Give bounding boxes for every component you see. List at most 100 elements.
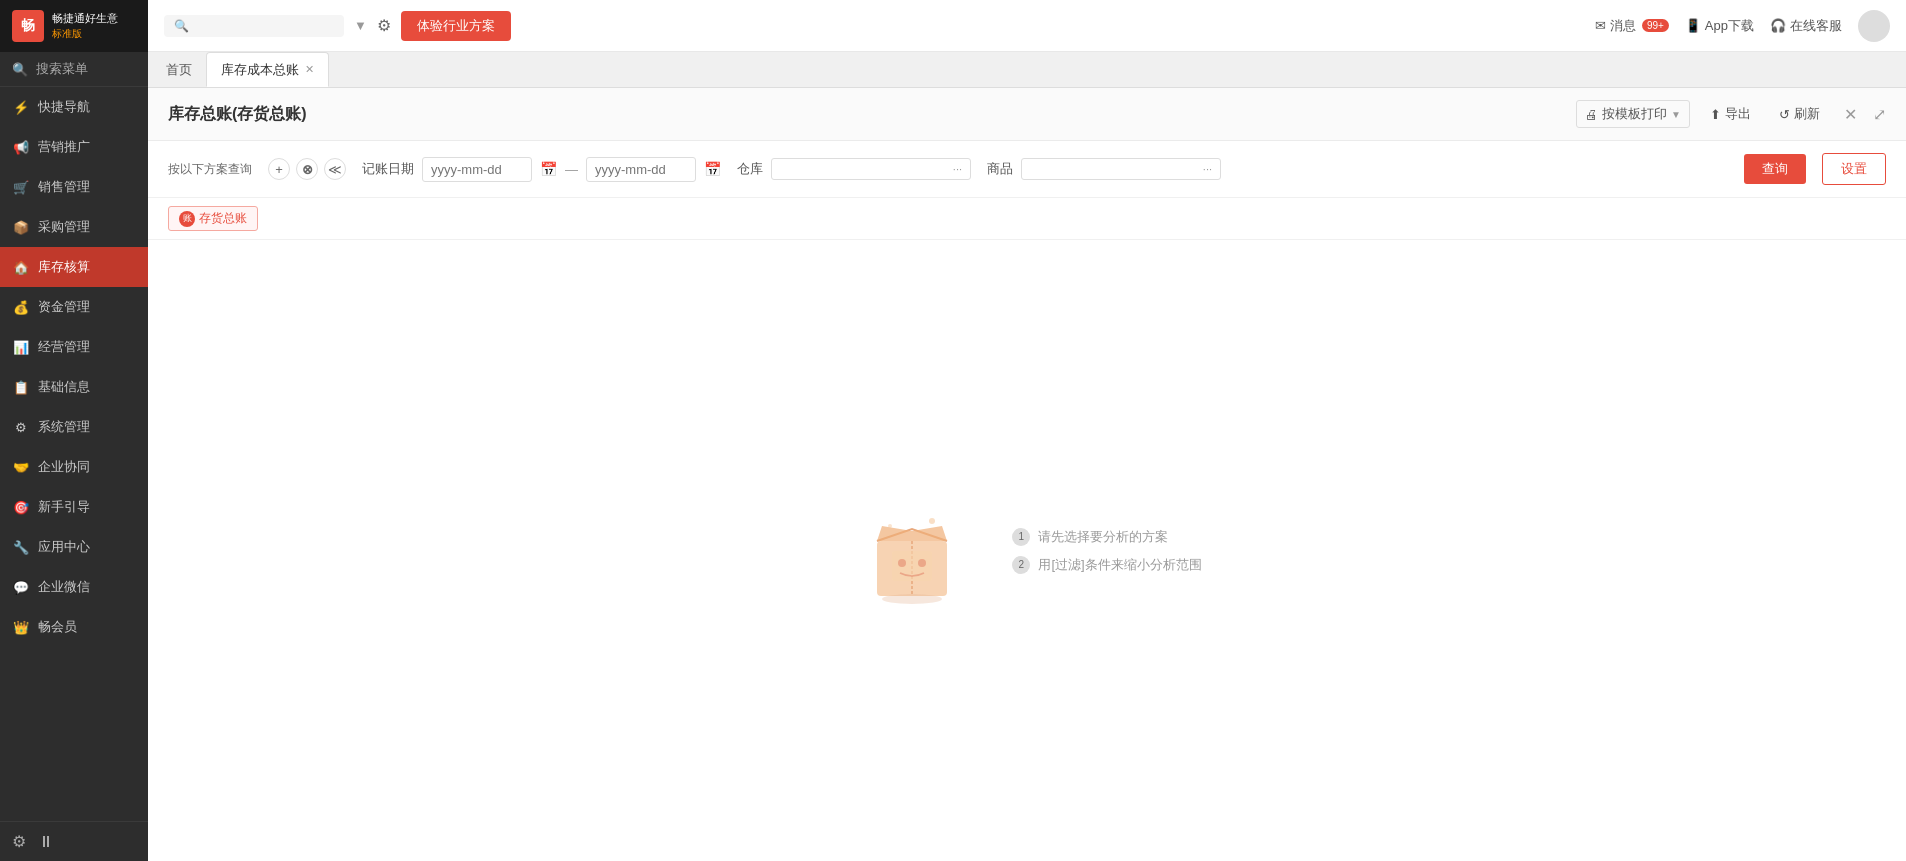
topbar-chevron-icon[interactable]: ▼ (354, 18, 367, 33)
system-icon: ⚙ (12, 418, 30, 436)
sidebar-item-label: 库存核算 (38, 258, 90, 276)
page-title: 库存总账(存货总账) (168, 104, 1576, 125)
tab-close-icon[interactable]: ✕ (305, 63, 314, 76)
sidebar-menu: ⚡ 快捷导航 📢 营销推广 🛒 销售管理 📦 采购管理 🏠 库存核算 💰 资金管… (0, 87, 148, 821)
svg-point-2 (929, 518, 935, 524)
sidebar-item-sales[interactable]: 🛒 销售管理 (0, 167, 148, 207)
sidebar-item-label: 经营管理 (38, 338, 90, 356)
close-panel-btn[interactable]: ✕ (1840, 101, 1861, 128)
logo-text-block: 畅捷通好生意 标准版 (52, 11, 118, 40)
sidebar-item-label: 基础信息 (38, 378, 90, 396)
goods-label: 商品 (987, 160, 1013, 178)
sidebar-item-basic[interactable]: 📋 基础信息 (0, 367, 148, 407)
sidebar-item-label: 应用中心 (38, 538, 90, 556)
newbie-icon: 🎯 (12, 498, 30, 516)
schema-circle-icon: 账 (179, 211, 195, 227)
export-btn[interactable]: ⬆ 导出 (1702, 101, 1759, 127)
trial-btn[interactable]: 体验行业方案 (401, 11, 511, 41)
filter-add-btn[interactable]: + (268, 158, 290, 180)
tab-home[interactable]: 首页 (152, 52, 206, 87)
collapse-footer-icon[interactable]: ⏸ (38, 833, 54, 851)
logo-sub: 标准版 (52, 27, 118, 41)
empty-hint-1-text: 请先选择要分析的方案 (1038, 528, 1168, 546)
filter-settings-btn[interactable]: 设置 (1822, 153, 1886, 185)
empty-illustration-svg (852, 491, 972, 611)
sidebar-item-newbie[interactable]: 🎯 新手引导 (0, 487, 148, 527)
operation-icon: 📊 (12, 338, 30, 356)
step1-circle: 1 (1012, 528, 1030, 546)
messages-label: 消息 (1610, 17, 1636, 35)
svg-point-7 (882, 594, 942, 604)
sidebar-item-quick-nav[interactable]: ⚡ 快捷导航 (0, 87, 148, 127)
svg-point-6 (918, 559, 926, 567)
sidebar-item-enterprise[interactable]: 🤝 企业协同 (0, 447, 148, 487)
messages-btn[interactable]: ✉ 消息 99+ (1595, 17, 1669, 35)
filter-area: 按以下方案查询 + ⊗ ≪ 记账日期 📅 — 📅 仓库 (148, 141, 1906, 198)
online-support-btn[interactable]: 🎧 在线客服 (1770, 17, 1842, 35)
svg-point-3 (888, 524, 892, 528)
filter-del-btn[interactable]: ⊗ (296, 158, 318, 180)
topbar-search-area[interactable]: 🔍 (164, 15, 344, 37)
refresh-btn-label: 刷新 (1794, 105, 1820, 123)
step2-circle: 2 (1012, 556, 1030, 574)
print-btn[interactable]: 🖨 按模板打印 ▼ (1576, 100, 1690, 128)
app-center-icon: 🔧 (12, 538, 30, 556)
phone-icon: 📱 (1685, 18, 1701, 33)
topbar-settings-icon[interactable]: ⚙ (377, 16, 391, 35)
quick-nav-icon: ⚡ (12, 98, 30, 116)
sidebar-item-inventory[interactable]: 🏠 库存核算 (0, 247, 148, 287)
inventory-icon: 🏠 (12, 258, 30, 276)
sidebar-item-marketing[interactable]: 📢 营销推广 (0, 127, 148, 167)
sidebar-item-label: 畅会员 (38, 618, 77, 636)
sidebar-item-label: 企业协同 (38, 458, 90, 476)
sidebar-item-member[interactable]: 👑 畅会员 (0, 607, 148, 647)
sidebar-item-label: 营销推广 (38, 138, 90, 156)
date-start-input[interactable] (422, 157, 532, 182)
expand-icon[interactable]: ⤢ (1873, 105, 1886, 124)
tab-inventory-ledger[interactable]: 库存成本总账 ✕ (206, 52, 329, 87)
filter-warehouse-item: 仓库 ··· (737, 158, 971, 180)
filter-collapse-btn[interactable]: ≪ (324, 158, 346, 180)
sidebar-item-finance[interactable]: 💰 资金管理 (0, 287, 148, 327)
print-chevron-icon: ▼ (1671, 109, 1681, 120)
enterprise-icon: 🤝 (12, 458, 30, 476)
sales-icon: 🛒 (12, 178, 30, 196)
purchase-icon: 📦 (12, 218, 30, 236)
topbar-search-icon: 🔍 (174, 19, 189, 33)
user-avatar[interactable] (1858, 10, 1890, 42)
basic-icon: 📋 (12, 378, 30, 396)
query-btn[interactable]: 查询 (1744, 154, 1806, 184)
sidebar-search[interactable]: 🔍 搜索菜单 (0, 52, 148, 87)
empty-hint-1: 1 请先选择要分析的方案 (1012, 528, 1201, 546)
sidebar-item-label: 销售管理 (38, 178, 90, 196)
sidebar-search-label: 搜索菜单 (36, 60, 88, 78)
filter-label: 按以下方案查询 (168, 161, 252, 178)
main-area: 🔍 ▼ ⚙ 体验行业方案 ✉ 消息 99+ 📱 App下载 🎧 在线客服 (148, 0, 1906, 861)
goods-select[interactable]: ··· (1021, 158, 1221, 180)
refresh-btn[interactable]: ↺ 刷新 (1771, 101, 1828, 127)
date-separator: — (565, 162, 578, 177)
date-field-label: 记账日期 (362, 160, 414, 178)
schema-section: 账 存货总账 (148, 198, 1906, 240)
sidebar-item-purchase[interactable]: 📦 采购管理 (0, 207, 148, 247)
sidebar-item-system[interactable]: ⚙ 系统管理 (0, 407, 148, 447)
date-end-input[interactable] (586, 157, 696, 182)
calendar-start-icon[interactable]: 📅 (540, 161, 557, 177)
page-container: 库存总账(存货总账) 🖨 按模板打印 ▼ ⬆ 导出 ↺ 刷新 ✕ ⤢ (148, 88, 1906, 861)
app-download-btn[interactable]: 📱 App下载 (1685, 17, 1754, 35)
sidebar-item-label: 采购管理 (38, 218, 90, 236)
sidebar-item-app-center[interactable]: 🔧 应用中心 (0, 527, 148, 567)
warehouse-select[interactable]: ··· (771, 158, 971, 180)
message-icon: ✉ (1595, 18, 1606, 33)
empty-state: 1 请先选择要分析的方案 2 用[过滤]条件来缩小分析范围 (148, 240, 1906, 861)
warehouse-more: ··· (953, 163, 962, 175)
schema-tag[interactable]: 账 存货总账 (168, 206, 258, 231)
calendar-end-icon[interactable]: 📅 (704, 161, 721, 177)
settings-footer-icon[interactable]: ⚙ (12, 832, 26, 851)
sidebar-item-corp-wechat[interactable]: 💬 企业微信 (0, 567, 148, 607)
sidebar-item-label: 企业微信 (38, 578, 90, 596)
filter-date-item: 记账日期 📅 — 📅 (362, 157, 721, 182)
warehouse-label: 仓库 (737, 160, 763, 178)
logo-icon: 畅 (12, 10, 44, 42)
sidebar-item-operation[interactable]: 📊 经营管理 (0, 327, 148, 367)
